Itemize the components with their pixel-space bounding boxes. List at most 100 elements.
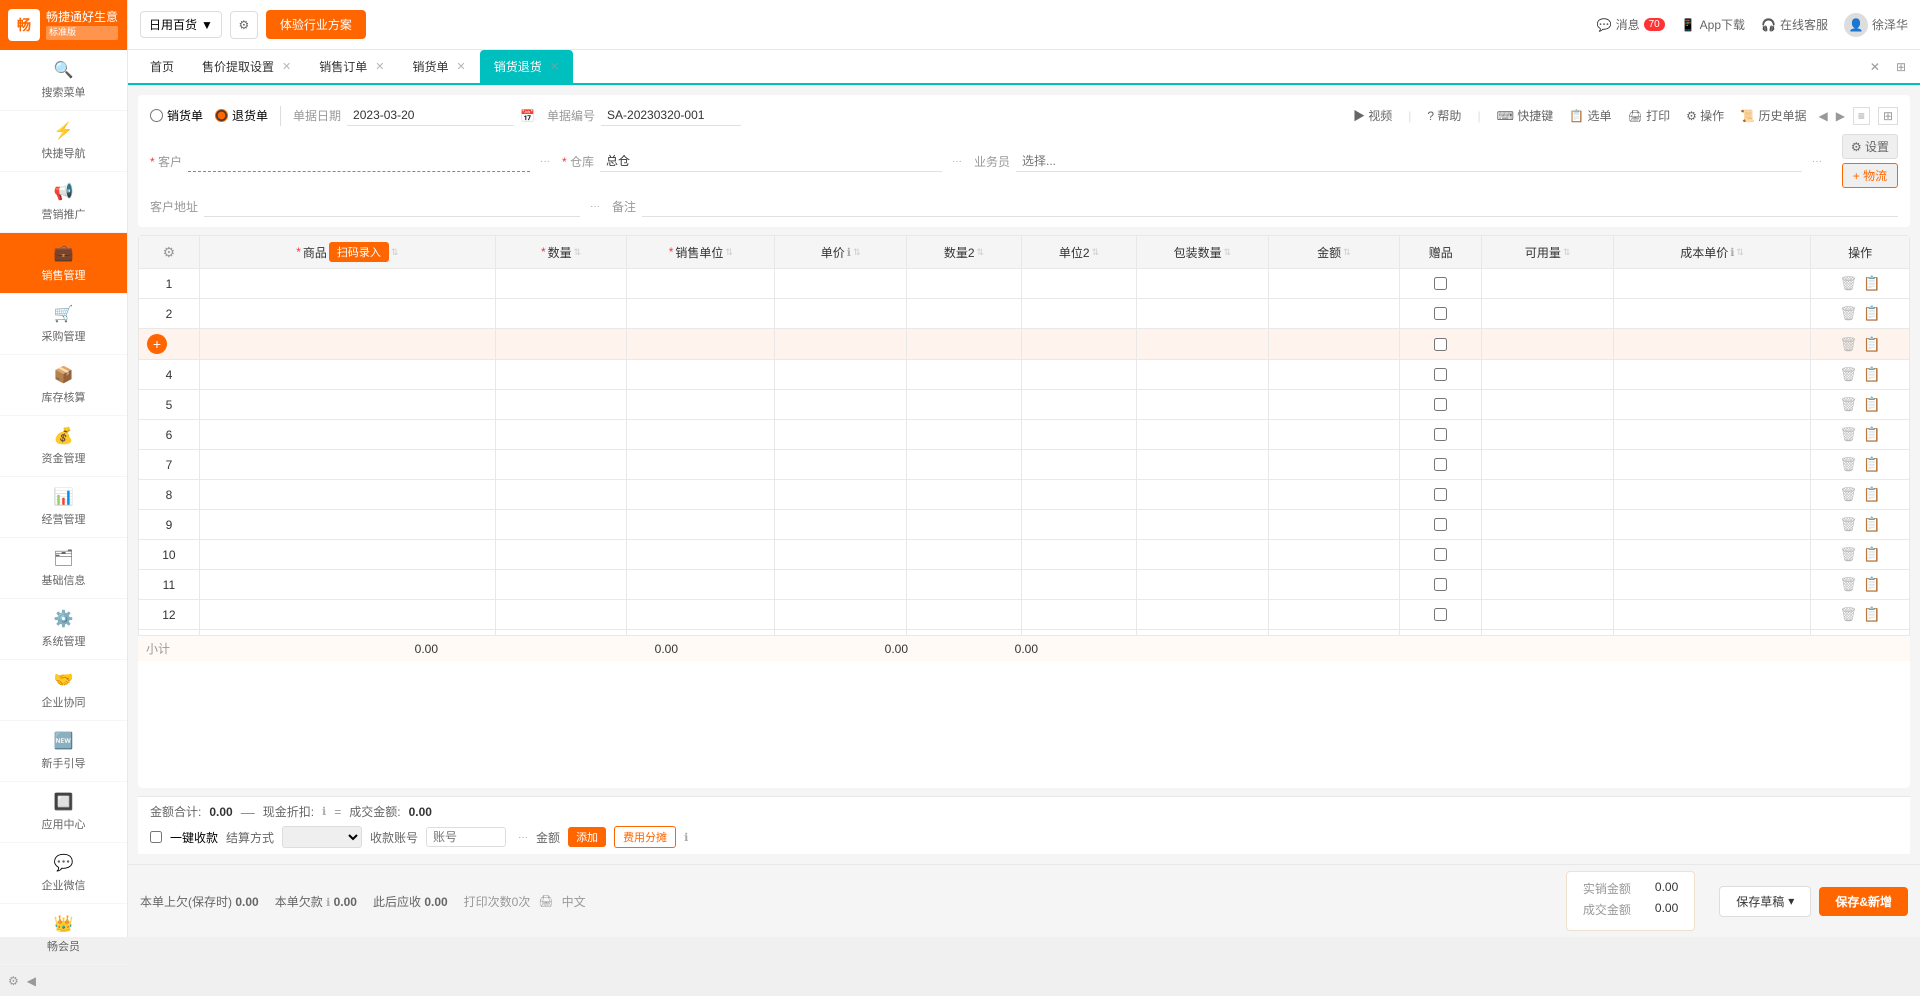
warehouse-input[interactable] [600,151,942,172]
help-btn[interactable]: ? 帮助 [1423,105,1465,126]
history-btn[interactable]: 📜 历史单据 [1736,105,1810,126]
sort-price-icon[interactable]: ⇅ [853,247,861,258]
sidebar-item-basic[interactable]: 🗂 基础信息 [0,538,127,599]
copy-row-icon[interactable]: 📋 [1860,456,1883,472]
sort-qty2-icon[interactable]: ⇅ [977,247,985,258]
sidebar-item-wechat[interactable]: 💬 企业微信 [0,843,127,904]
video-btn[interactable]: ▶ 视频 [1349,105,1396,126]
tab-close-delivery[interactable]: ✕ [457,60,466,73]
product-input[interactable] [208,337,487,351]
sidebar-item-inventory[interactable]: 📦 库存核算 [0,355,127,416]
save-draft-btn[interactable]: 保存草稿 ▾ [1719,886,1811,917]
tab-sales-delivery[interactable]: 销货单 ✕ [398,50,479,85]
sidebar-item-purchase[interactable]: 🛒 采购管理 [0,294,127,355]
sidebar-item-member[interactable]: 👑 畅会员 [0,904,127,965]
delete-row-icon[interactable]: 🗑 [1837,426,1861,442]
sort-cost-icon[interactable]: ⇅ [1736,247,1744,258]
add-row-btn[interactable]: + [147,334,167,354]
radio-sales[interactable]: 销货单 [150,107,203,124]
gift-checkbox[interactable] [1434,428,1447,441]
print-btn[interactable]: 🖨 打印 [1624,105,1675,126]
sort-unit-icon[interactable]: ⇅ [725,247,733,258]
topbar-settings-btn[interactable]: ⚙ [230,11,258,39]
fenpai-btn[interactable]: 费用分摊 [614,826,676,848]
sidebar-item-guide[interactable]: 🆕 新手引导 [0,721,127,782]
gift-checkbox[interactable] [1434,458,1447,471]
customer-select-icon[interactable]: ··· [540,156,550,167]
select-btn[interactable]: 📋 选单 [1565,105,1615,126]
account-dots[interactable]: ··· [518,832,528,843]
gift-checkbox[interactable] [1434,338,1447,351]
tab-price-settings[interactable]: 售价提取设置 ✕ [188,50,305,85]
sort-qty-icon[interactable]: ⇅ [574,247,582,258]
sort-avail-icon[interactable]: ⇅ [1563,247,1571,258]
sidebar-item-marketing[interactable]: 📢 营销推广 [0,172,127,233]
calc-method-select[interactable] [282,826,362,848]
gift-checkbox[interactable] [1434,488,1447,501]
copy-row-icon[interactable]: 📋 [1860,606,1883,622]
copy-row-icon[interactable]: 📋 [1860,426,1883,442]
add-payment-btn[interactable]: 添加 [568,827,606,847]
tab-home[interactable]: 首页 [136,50,188,85]
sort-product-icon[interactable]: ⇅ [391,247,399,258]
tab-close-price[interactable]: ✕ [282,60,291,73]
sidebar-item-shortcut[interactable]: ⚡ 快捷导航 [0,111,127,172]
save-new-btn[interactable]: 保存&新增 [1819,887,1908,916]
fenpai-info-icon[interactable]: ℹ [684,831,688,844]
stat2-info-icon[interactable]: ℹ [326,897,330,909]
radio-return[interactable]: 退货单 [215,107,268,124]
price-info-icon[interactable]: ℹ [847,246,851,259]
user-menu[interactable]: 👤 徐泽华 [1844,13,1908,37]
warehouse-select-icon[interactable]: ··· [952,156,962,167]
customer-input[interactable] [188,151,530,172]
tab-sales-order[interactable]: 销售订单 ✕ [305,50,398,85]
logistics-btn[interactable]: + 物流 [1842,163,1898,188]
settings-icon[interactable]: ⚙ [8,974,19,988]
delete-row-icon[interactable]: 🗑 [1837,456,1861,472]
delete-row-icon[interactable]: 🗑 [1837,546,1861,562]
operation-btn[interactable]: ⚙ 操作 [1682,105,1728,126]
sidebar-item-finance[interactable]: 💰 资金管理 [0,416,127,477]
payment-checkbox[interactable] [150,831,162,843]
copy-row-icon[interactable]: 📋 [1860,546,1883,562]
delete-row-icon[interactable]: 🗑 [1837,606,1861,622]
industry-dropdown[interactable]: 日用百货 ▼ [140,11,222,38]
view-list-icon[interactable]: ≡ [1853,107,1870,125]
copy-row-icon[interactable]: 📋 [1860,336,1883,352]
copy-row-icon[interactable]: 📋 [1860,516,1883,532]
date-input[interactable] [347,105,514,126]
sort-pack-icon[interactable]: ⇅ [1224,247,1232,258]
prev-record-icon[interactable]: ◀ [1818,109,1827,123]
scan-btn[interactable]: 扫码录入 [329,242,389,262]
tab-close-order[interactable]: ✕ [375,60,384,73]
settings-btn[interactable]: ⚙ 设置 [1842,134,1898,159]
gift-checkbox[interactable] [1434,548,1447,561]
gift-checkbox[interactable] [1434,398,1447,411]
address-select-icon[interactable]: ··· [590,201,600,212]
view-grid-icon[interactable]: ⊞ [1878,107,1898,125]
shortcut-btn[interactable]: ⌨ 快捷键 [1493,105,1558,126]
sidebar-item-enterprise[interactable]: 🤝 企业协同 [0,660,127,721]
gift-checkbox[interactable] [1434,608,1447,621]
tab-close-all-icon[interactable]: ✕ [1864,60,1886,74]
delete-row-icon[interactable]: 🗑 [1837,486,1861,502]
delete-row-icon[interactable]: 🗑 [1837,516,1861,532]
copy-row-icon[interactable]: 📋 [1860,275,1883,291]
salesperson-input[interactable] [1016,151,1802,172]
copy-row-icon[interactable]: 📋 [1860,366,1883,382]
collapse-icon[interactable]: ◀ [27,974,36,988]
discount-info-icon[interactable]: ℹ [322,805,326,818]
number-input[interactable] [601,105,741,126]
next-record-icon[interactable]: ▶ [1836,109,1845,123]
delete-row-icon[interactable]: 🗑 [1837,305,1861,321]
delete-row-icon[interactable]: 🗑 [1837,576,1861,592]
gift-checkbox[interactable] [1434,518,1447,531]
sidebar-item-apps[interactable]: 🔲 应用中心 [0,782,127,843]
online-service-btn[interactable]: 🎧 在线客服 [1761,16,1828,33]
delete-row-icon[interactable]: 🗑 [1837,275,1861,291]
note-input[interactable] [642,196,1898,217]
salesperson-select-icon[interactable]: ··· [1812,156,1822,167]
delete-row-icon[interactable]: 🗑 [1837,366,1861,382]
address-input[interactable] [204,196,580,217]
copy-row-icon[interactable]: 📋 [1860,396,1883,412]
